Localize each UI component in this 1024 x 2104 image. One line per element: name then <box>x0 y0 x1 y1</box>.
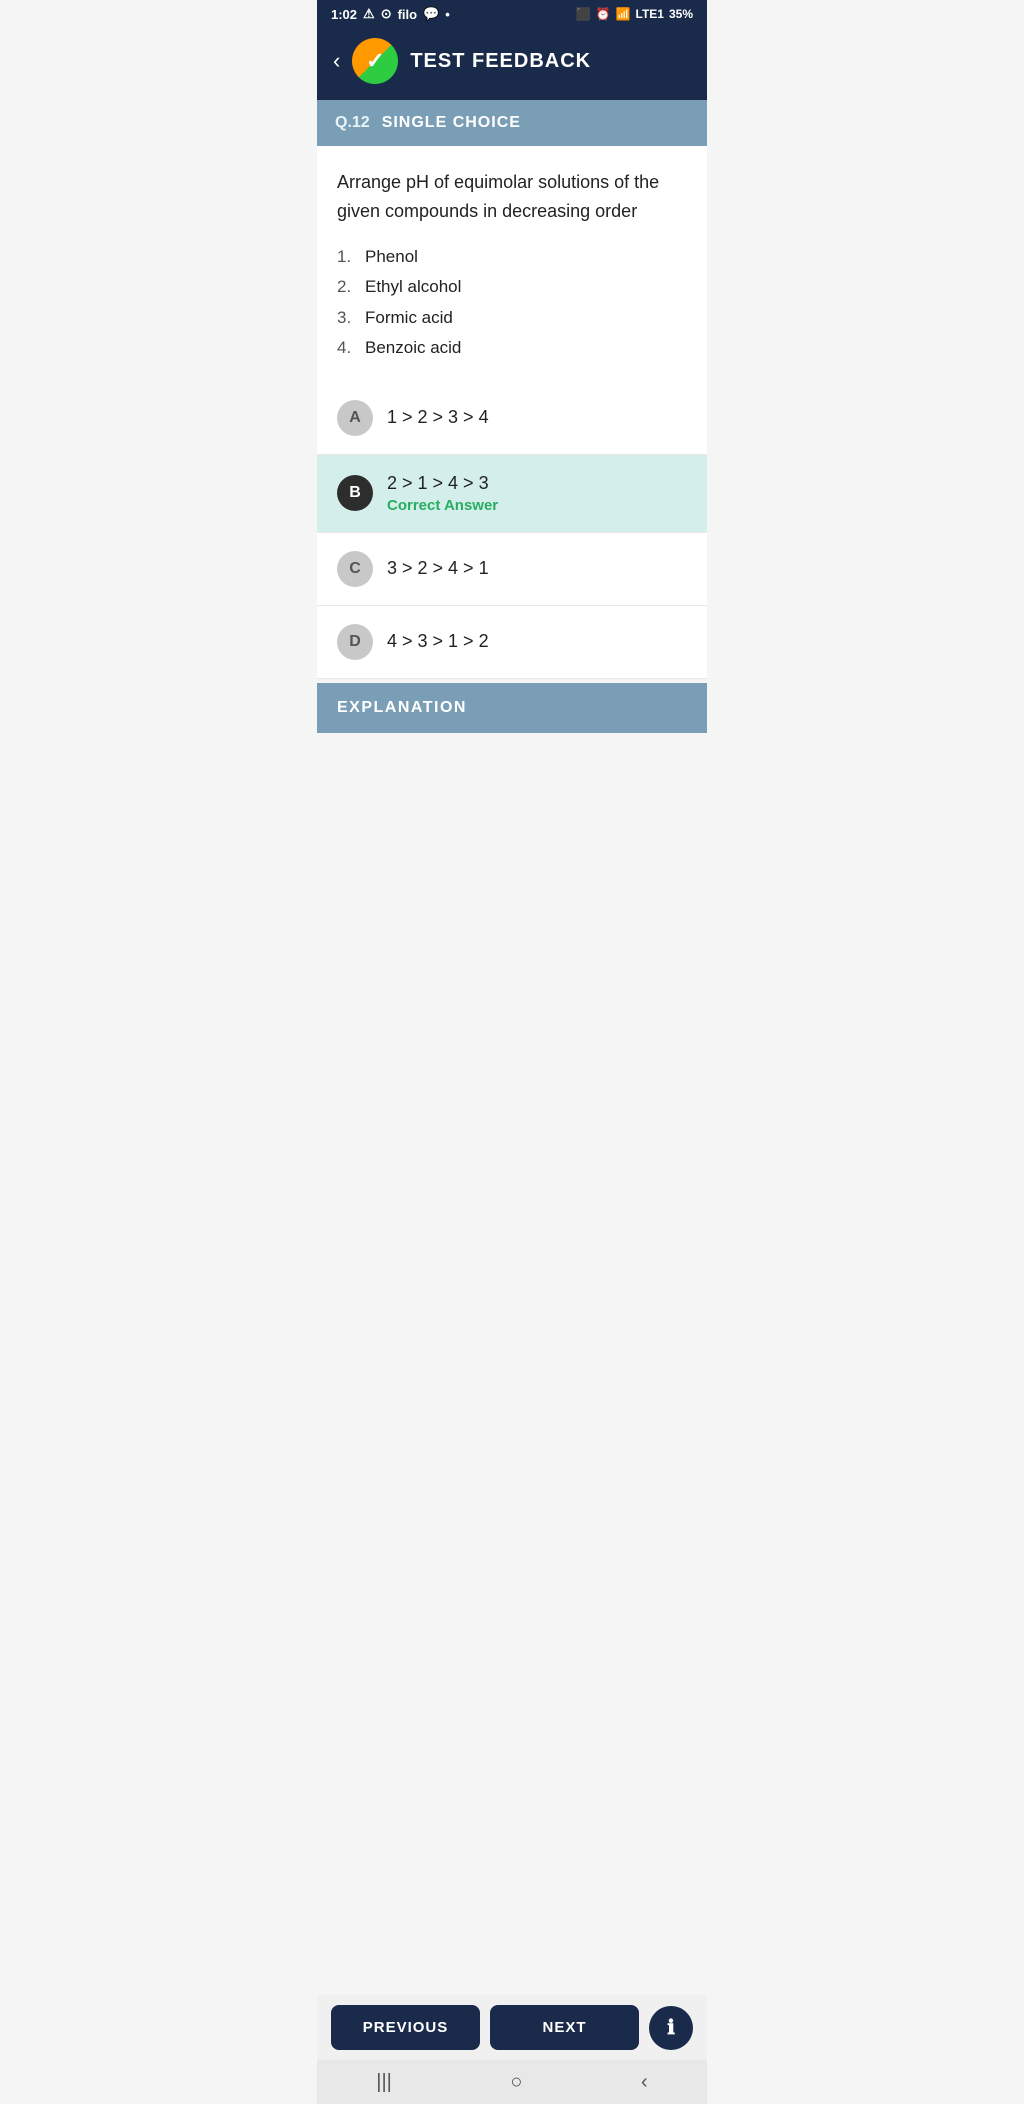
whatsapp-icon: ⊙ <box>381 6 392 22</box>
filo-label: filo <box>398 7 418 22</box>
option-a-text: 1 > 2 > 3 > 4 <box>387 407 489 428</box>
compound-list: 1. Phenol 2. Ethyl alcohol 3. Formic aci… <box>337 242 687 364</box>
option-a-content: 1 > 2 > 3 > 4 <box>387 407 489 428</box>
compound-num-1: 1. <box>337 242 359 273</box>
warning-icon: ⚠ <box>363 6 375 22</box>
compound-name-3: Formic acid <box>365 303 453 334</box>
chat-icon: 💬 <box>423 6 439 22</box>
option-c-content: 3 > 2 > 4 > 1 <box>387 558 489 579</box>
compound-item-4: 4. Benzoic acid <box>337 333 687 364</box>
explanation-bar: EXPLANATION <box>317 683 707 733</box>
option-c-row[interactable]: C 3 > 2 > 4 > 1 <box>317 533 707 606</box>
info-button[interactable]: ℹ <box>649 2006 693 2050</box>
android-back-icon[interactable]: ‹ <box>641 2071 648 2094</box>
next-button[interactable]: NEXT <box>490 2005 639 2050</box>
option-b-text: 2 > 1 > 4 > 3 <box>387 473 498 494</box>
home-icon[interactable]: ○ <box>510 2071 522 2094</box>
compound-item-2: 2. Ethyl alcohol <box>337 272 687 303</box>
options-container: A 1 > 2 > 3 > 4 B 2 > 1 > 4 > 3 Correct … <box>317 382 707 679</box>
compound-num-4: 4. <box>337 333 359 364</box>
app-logo: ✓ <box>352 38 398 84</box>
page-title: TEST FEEDBACK <box>410 50 591 73</box>
status-left: 1:02 ⚠ ⊙ filo 💬 • <box>331 6 450 22</box>
menu-icon[interactable]: ||| <box>376 2071 392 2094</box>
explanation-title: EXPLANATION <box>337 699 467 716</box>
option-d-text: 4 > 3 > 1 > 2 <box>387 631 489 652</box>
option-b-row[interactable]: B 2 > 1 > 4 > 3 Correct Answer <box>317 455 707 533</box>
option-b-badge: B <box>337 475 373 511</box>
logo-check-icon: ✓ <box>366 48 384 74</box>
option-c-text: 3 > 2 > 4 > 1 <box>387 558 489 579</box>
alarm-icon: ⏰ <box>596 7 611 21</box>
compound-item-3: 3. Formic acid <box>337 303 687 334</box>
option-a-badge: A <box>337 400 373 436</box>
wifi-icon: 📶 <box>616 7 631 21</box>
status-bar: 1:02 ⚠ ⊙ filo 💬 • ⬛ ⏰ 📶 LTE1 35% <box>317 0 707 28</box>
battery-label: 35% <box>669 7 693 21</box>
header: ‹ ✓ TEST FEEDBACK <box>317 28 707 100</box>
option-b-content: 2 > 1 > 4 > 3 Correct Answer <box>387 473 498 514</box>
dot-icon: • <box>445 7 450 22</box>
compound-num-2: 2. <box>337 272 359 303</box>
compound-name-1: Phenol <box>365 242 418 273</box>
option-d-badge: D <box>337 624 373 660</box>
compound-name-2: Ethyl alcohol <box>365 272 461 303</box>
correct-answer-label: Correct Answer <box>387 497 498 514</box>
option-d-row[interactable]: D 4 > 3 > 1 > 2 <box>317 606 707 679</box>
back-button[interactable]: ‹ <box>333 48 340 74</box>
status-time: 1:02 <box>331 7 357 22</box>
question-number: Q.12 <box>335 114 370 132</box>
question-type: SINGLE CHOICE <box>382 114 521 132</box>
cast-icon: ⬛ <box>576 7 591 21</box>
question-header: Q.12 SINGLE CHOICE <box>317 100 707 146</box>
option-d-content: 4 > 3 > 1 > 2 <box>387 631 489 652</box>
compound-name-4: Benzoic acid <box>365 333 461 364</box>
status-right: ⬛ ⏰ 📶 LTE1 35% <box>576 7 693 21</box>
option-a-row[interactable]: A 1 > 2 > 3 > 4 <box>317 382 707 455</box>
question-text: Arrange pH of equimolar solutions of the… <box>337 168 687 226</box>
network-label: LTE1 <box>636 7 664 21</box>
android-nav-bar: ||| ○ ‹ <box>317 2060 707 2104</box>
compound-num-3: 3. <box>337 303 359 334</box>
compound-item-1: 1. Phenol <box>337 242 687 273</box>
question-body: Arrange pH of equimolar solutions of the… <box>317 146 707 382</box>
option-c-badge: C <box>337 551 373 587</box>
previous-button[interactable]: PREVIOUS <box>331 2005 480 2050</box>
bottom-nav: PREVIOUS NEXT ℹ <box>317 1995 707 2060</box>
